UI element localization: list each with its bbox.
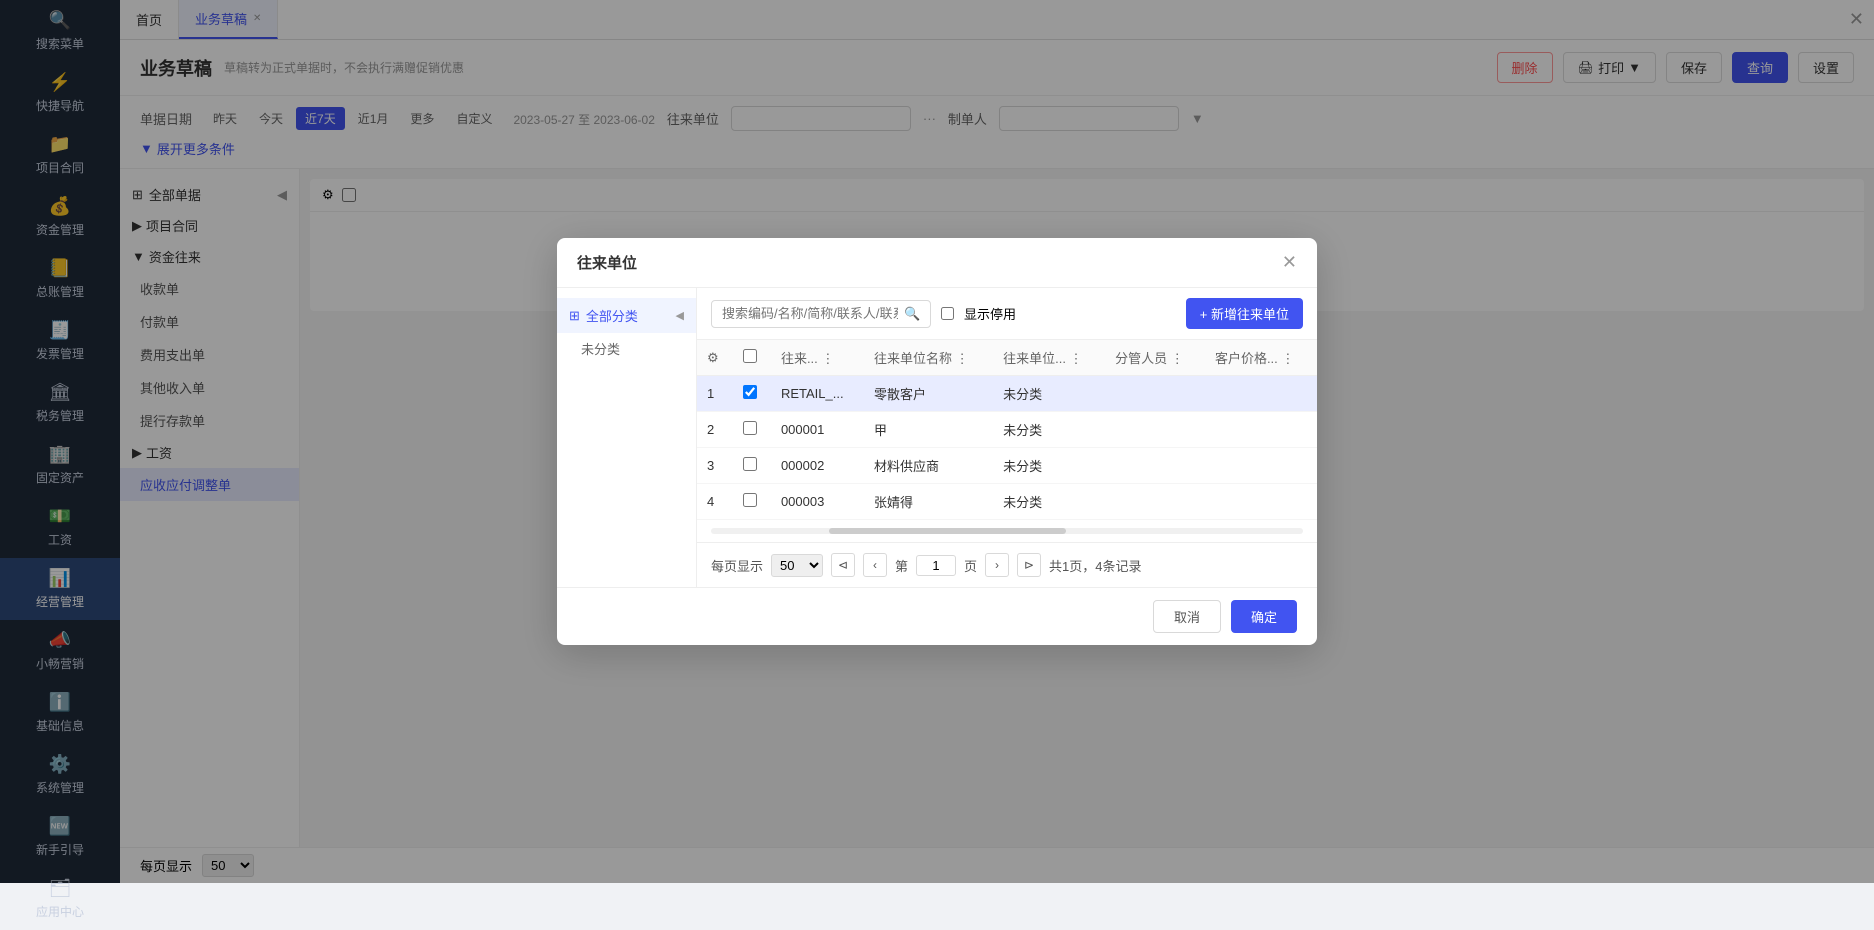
row-price <box>1205 484 1317 520</box>
col-checkbox[interactable] <box>733 340 771 376</box>
search-icon: 🔍 <box>904 306 920 322</box>
modal-close-button[interactable]: ✕ <box>1282 252 1297 273</box>
table-row[interactable]: 1 RETAIL_... 零散客户 未分类 <box>697 376 1317 412</box>
confirm-button[interactable]: 确定 <box>1231 600 1297 633</box>
grid-icon-small: ⊞ <box>569 308 580 324</box>
per-page-label: 每页显示 <box>711 556 763 575</box>
modal-left-all[interactable]: ⊞ 全部分类 ◀ <box>557 298 696 333</box>
row-category: 未分类 <box>993 484 1105 520</box>
table-row[interactable]: 3 000002 材料供应商 未分类 <box>697 448 1317 484</box>
page-number-input[interactable] <box>916 555 956 576</box>
panel-toggle[interactable]: ◀ <box>676 309 684 322</box>
row-category: 未分类 <box>993 412 1105 448</box>
row-code: 000001 <box>771 412 864 448</box>
col-price[interactable]: 客户价格... ⋮ <box>1205 340 1317 376</box>
partner-dialog: 往来单位 ✕ ⊞ 全部分类 ◀ 未分类 <box>557 238 1317 645</box>
col-settings[interactable]: ⚙ <box>697 340 733 376</box>
col-name[interactable]: 往来单位名称 ⋮ <box>864 340 993 376</box>
modal-body: ⊞ 全部分类 ◀ 未分类 🔍 显示停用 + 新增 <box>557 288 1317 587</box>
row-checkbox[interactable] <box>733 484 771 520</box>
row-category: 未分类 <box>993 376 1105 412</box>
col-code[interactable]: 往来... ⋮ <box>771 340 864 376</box>
row-num: 2 <box>697 412 733 448</box>
total-records: 共1页，4条记录 <box>1049 556 1141 575</box>
modal-left-panel: ⊞ 全部分类 ◀ 未分类 <box>557 288 697 587</box>
row-num: 1 <box>697 376 733 412</box>
page-next-button[interactable]: › <box>985 553 1009 577</box>
modal-title: 往来单位 <box>577 252 637 273</box>
row-checkbox[interactable] <box>733 412 771 448</box>
row-manager <box>1105 448 1205 484</box>
row-manager <box>1105 412 1205 448</box>
page-first-button[interactable]: ⊲ <box>831 553 855 577</box>
col-category[interactable]: 往来单位... ⋮ <box>993 340 1105 376</box>
modal-data-table: ⚙ 往来... ⋮ 往来单位名称 ⋮ 往来单位... ⋮ 分管人员 ⋮ 客户价格… <box>697 340 1317 520</box>
row-code: RETAIL_... <box>771 376 864 412</box>
modal-per-page-select[interactable]: 50 20 100 <box>771 554 823 577</box>
modal-search-input[interactable] <box>722 306 898 321</box>
show-disabled-checkbox[interactable] <box>941 307 954 320</box>
row-price <box>1205 448 1317 484</box>
row-name: 张婧得 <box>864 484 993 520</box>
modal-pagination: 每页显示 50 20 100 ⊲ ‹ 第 页 › ⊳ 共1页，4条记录 <box>697 542 1317 587</box>
row-name: 零散客户 <box>864 376 993 412</box>
modal-right-toolbar: 🔍 显示停用 + 新增往来单位 <box>697 288 1317 340</box>
row-code: 000002 <box>771 448 864 484</box>
sidebar-item-label: 应用中心 <box>36 903 84 920</box>
modal-right-panel: 🔍 显示停用 + 新增往来单位 ⚙ 往来... ⋮ <box>697 288 1317 587</box>
row-checkbox[interactable] <box>733 448 771 484</box>
table-row[interactable]: 2 000001 甲 未分类 <box>697 412 1317 448</box>
row-manager <box>1105 484 1205 520</box>
page-prev-button[interactable]: ‹ <box>863 553 887 577</box>
row-code: 000003 <box>771 484 864 520</box>
row-manager <box>1105 376 1205 412</box>
table-row[interactable]: 4 000003 张婧得 未分类 <box>697 484 1317 520</box>
row-price <box>1205 412 1317 448</box>
row-name: 材料供应商 <box>864 448 993 484</box>
table-select-all[interactable] <box>743 349 757 363</box>
modal-header: 往来单位 ✕ <box>557 238 1317 288</box>
modal-search-box[interactable]: 🔍 <box>711 300 931 328</box>
add-partner-button[interactable]: + 新增往来单位 <box>1186 298 1303 329</box>
show-disabled-label: 显示停用 <box>964 304 1016 323</box>
row-num: 4 <box>697 484 733 520</box>
cancel-button[interactable]: 取消 <box>1153 600 1221 633</box>
col-manager[interactable]: 分管人员 ⋮ <box>1105 340 1205 376</box>
row-price <box>1205 376 1317 412</box>
modal-overlay: 往来单位 ✕ ⊞ 全部分类 ◀ 未分类 <box>0 0 1874 883</box>
row-checkbox[interactable] <box>733 376 771 412</box>
row-category: 未分类 <box>993 448 1105 484</box>
modal-footer: 取消 确定 <box>557 587 1317 645</box>
page-last-button[interactable]: ⊳ <box>1017 553 1041 577</box>
row-num: 3 <box>697 448 733 484</box>
modal-left-uncategorized[interactable]: 未分类 <box>557 333 696 364</box>
row-name: 甲 <box>864 412 993 448</box>
